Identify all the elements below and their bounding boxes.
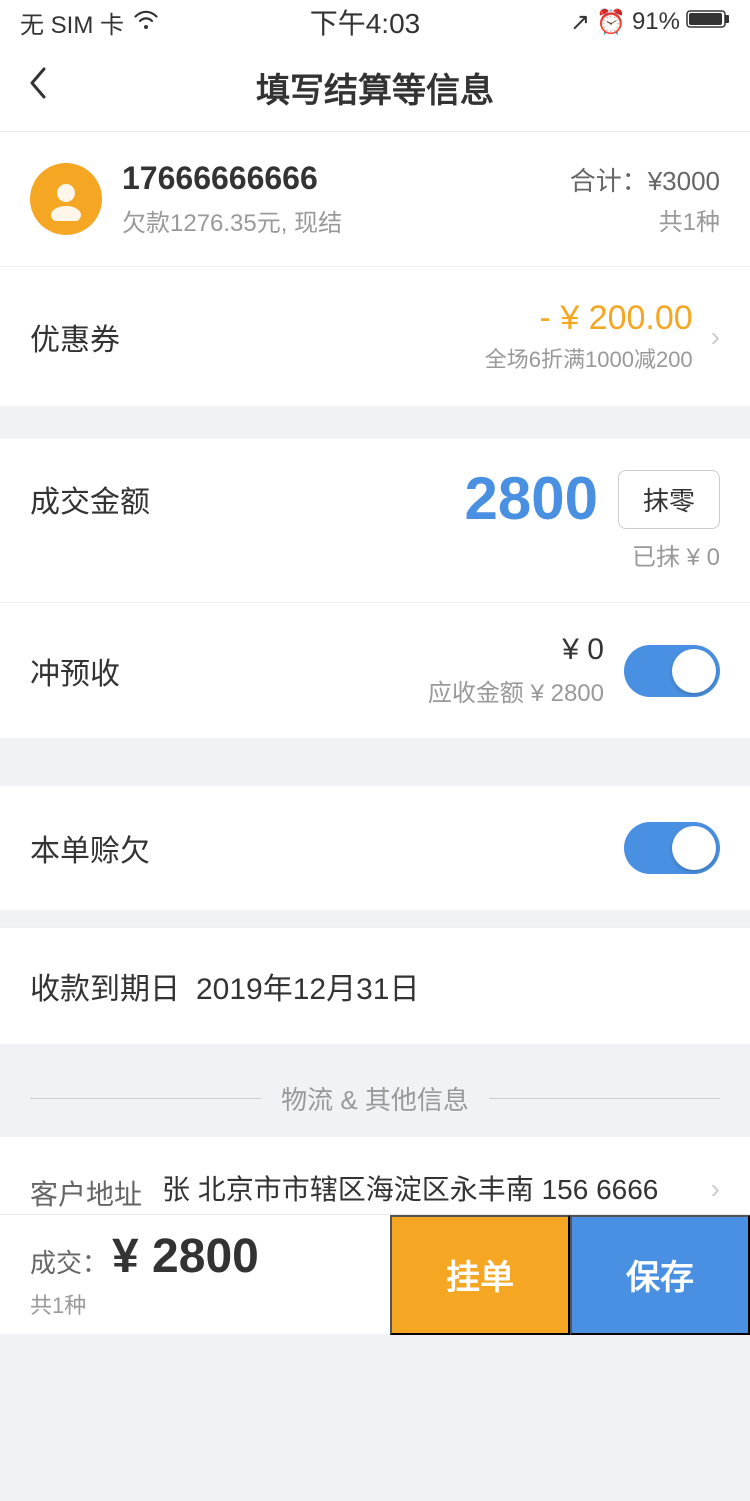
debt-toggle[interactable] — [624, 822, 720, 874]
status-bar-time: 下午4:03 — [310, 2, 421, 42]
pre-receive-row: 冲预收 ¥ 0 应收金额 ¥ 2800 — [30, 633, 720, 708]
alarm-icon: ⏰ — [596, 8, 626, 37]
coupon-row[interactable]: 优惠券 - ¥ 200.00 全场6折满1000减200 › — [0, 267, 750, 407]
amount-label: 成交金额 — [30, 477, 150, 521]
pre-receive-section: 冲预收 ¥ 0 应收金额 ¥ 2800 — [0, 602, 750, 738]
status-bar: 无 SIM 卡 下午4:03 ↗ ⏰ 91% — [0, 0, 750, 44]
save-button[interactable]: 保存 — [570, 1215, 750, 1335]
bottom-count: 共1种 — [30, 1288, 360, 1320]
total-label: 合计：¥3000 — [570, 161, 720, 198]
customer-left: 17666666666 欠款1276.35元, 现结 — [122, 160, 570, 238]
pre-amount-val: ¥ 0 — [428, 633, 604, 667]
hang-button[interactable]: 挂单 — [390, 1215, 570, 1335]
pre-receive-amount: ¥ 0 应收金额 ¥ 2800 — [428, 633, 604, 708]
amount-section: 成交金额 2800 抹零 已抹 ¥ 0 冲预收 ¥ 0 应收金额 ¥ 2800 — [0, 439, 750, 738]
divider-1 — [0, 423, 750, 439]
amount-sub: 已抹 ¥ 0 — [30, 537, 720, 572]
coupon-chevron-icon: › — [711, 321, 720, 353]
bottom-amount: ¥ 2800 — [112, 1229, 259, 1284]
pre-amount-sub: 应收金额 ¥ 2800 — [428, 673, 604, 708]
pre-receive-label: 冲预收 — [30, 649, 120, 693]
customer-info-row: 17666666666 欠款1276.35元, 现结 合计：¥3000 共1种 — [0, 132, 750, 267]
status-bar-left: 无 SIM 卡 — [20, 5, 160, 40]
total-count: 共1种 — [570, 202, 720, 237]
customer-debt: 欠款1276.35元, 现结 — [122, 203, 570, 238]
customer-right: 合计：¥3000 共1种 — [570, 161, 720, 237]
nav-bar: 填写结算等信息 — [0, 44, 750, 132]
coupon-right: - ¥ 200.00 全场6折满1000减200 › — [485, 299, 720, 374]
battery-icon — [686, 8, 730, 37]
amount-value: 2800 — [465, 469, 598, 529]
logistics-line-right — [489, 1098, 720, 1099]
address-label: 客户地址 — [30, 1169, 142, 1213]
due-date-value: 2019年12月31日 — [196, 964, 419, 1008]
due-date-row: 收款到期日 2019年12月31日 — [30, 964, 720, 1008]
battery-level: 91% — [632, 8, 680, 36]
toggle-knob — [672, 649, 716, 693]
pre-receive-toggle[interactable] — [624, 645, 720, 697]
logistics-text: 物流 & 其他信息 — [281, 1080, 469, 1117]
amount-row: 成交金额 2800 抹零 — [30, 469, 720, 529]
logistics-separator: 物流 & 其他信息 — [0, 1060, 750, 1137]
bottom-deal-label: 成交： — [30, 1243, 108, 1280]
coupon-info: - ¥ 200.00 全场6折满1000减200 — [485, 299, 693, 374]
pre-receive-right: ¥ 0 应收金额 ¥ 2800 — [428, 633, 720, 708]
due-date-label: 收款到期日 — [30, 964, 180, 1008]
amount-right: 2800 抹零 — [465, 469, 721, 529]
wifi-icon — [132, 8, 160, 36]
back-button[interactable] — [24, 61, 52, 114]
debt-section: 本单赊欠 — [0, 786, 750, 911]
logistics-line-left — [30, 1098, 261, 1099]
sim-status: 无 SIM 卡 — [20, 5, 124, 40]
customer-section: 17666666666 欠款1276.35元, 现结 合计：¥3000 共1种 … — [0, 132, 750, 407]
bottom-summary: 成交： ¥ 2800 共1种 — [0, 1229, 390, 1320]
status-bar-right: ↗ ⏰ 91% — [570, 8, 730, 37]
customer-phone: 17666666666 — [122, 160, 570, 197]
due-date-section: 收款到期日 2019年12月31日 — [0, 927, 750, 1044]
page-title: 填写结算等信息 — [256, 63, 494, 112]
round-button[interactable]: 抹零 — [618, 470, 720, 529]
debt-toggle-knob — [672, 826, 716, 870]
coupon-label: 优惠券 — [30, 315, 120, 359]
avatar — [30, 163, 102, 235]
coupon-desc: 全场6折满1000减200 — [485, 342, 693, 374]
amount-row-container: 成交金额 2800 抹零 已抹 ¥ 0 — [0, 439, 750, 602]
debt-label: 本单赊欠 — [30, 826, 150, 870]
coupon-discount: - ¥ 200.00 — [485, 299, 693, 338]
address-chevron-icon: › — [711, 1169, 720, 1205]
divider-2 — [0, 754, 750, 770]
bottom-bar: 成交： ¥ 2800 共1种 挂单 保存 — [0, 1214, 750, 1334]
location-icon: ↗ — [570, 8, 590, 37]
